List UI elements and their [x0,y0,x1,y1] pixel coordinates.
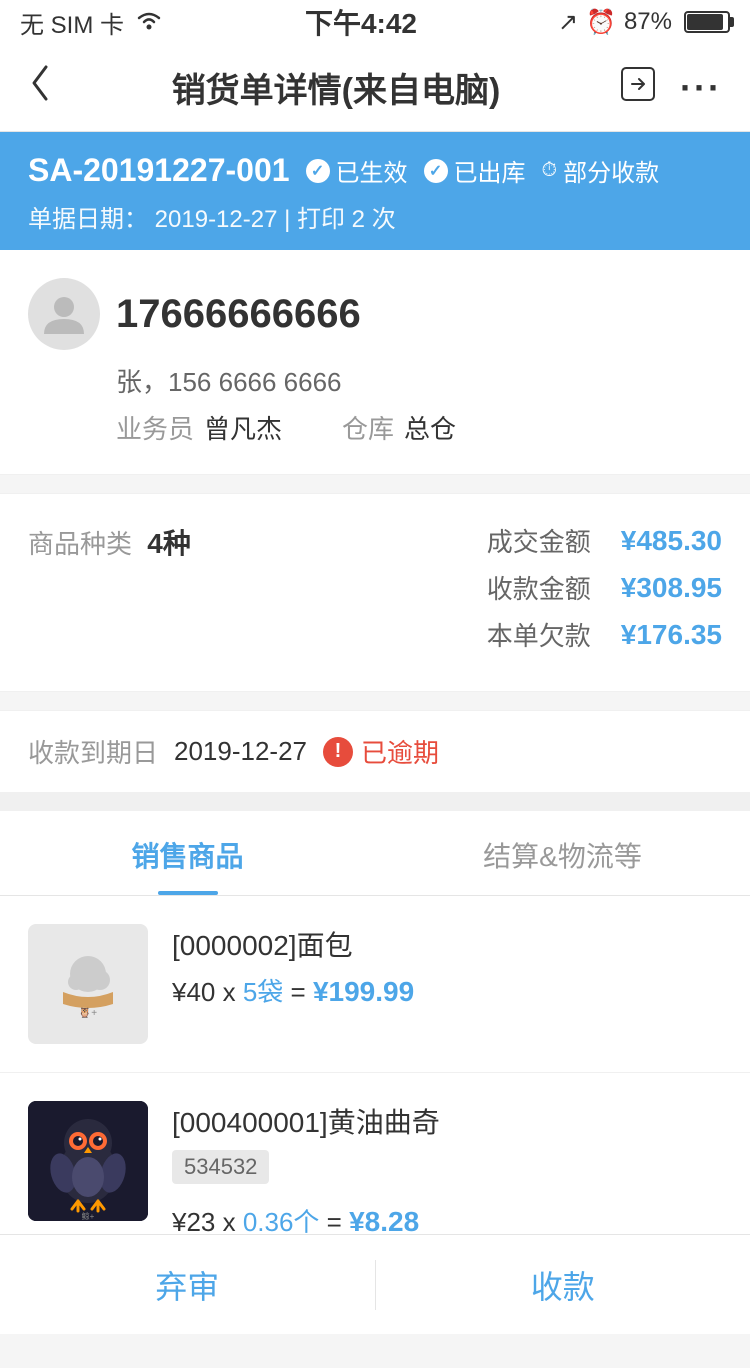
carrier-text: 无 SIM 卡 [20,5,124,40]
equals-1: = [291,977,313,1007]
product-list: 🦉+ [0000002]面包 ¥40 x 5袋 = ¥199.99 [0,896,750,1268]
tabs-bar: 销售商品 结算&物流等 [0,811,750,896]
qty-1: 5袋 [243,977,283,1007]
salesperson-label: 业务员 [116,409,194,446]
alert-icon: ! [323,737,353,767]
owed-label: 本单欠款 [487,616,591,653]
wifi-icon [134,8,164,37]
total-1: ¥199.99 [313,976,414,1007]
svg-text:鲸+: 鲸+ [82,1211,95,1221]
customer-contact: 张，156 6666 6666 [28,362,722,399]
status-partial: ⏱ 部分收款 [542,153,660,188]
due-date-value: 2019-12-27 [174,736,307,767]
tab-settlement-label: 结算&物流等 [483,841,642,872]
check-icon-2: ✓ [424,159,448,183]
order-header: SA-20191227-001 ✓ 已生效 ✓ 已出库 ⏱ 部分收款 单据日期：… [0,132,750,250]
tab-sales-products[interactable]: 销售商品 [0,811,375,895]
product-name-2: [000400001]黄油曲奇 [172,1101,722,1141]
product-info-1: [0000002]面包 ¥40 x 5袋 = ¥199.99 [172,924,722,1009]
warehouse-label: 仓库 [342,409,394,446]
financial-stats: 成交金额 ¥485.30 收款金额 ¥308.95 本单欠款 ¥176.35 [487,522,722,663]
warehouse-item: 仓库 总仓 [342,409,456,446]
types-label: 商品种类 [28,529,132,559]
due-date-section: 收款到期日 2019-12-27 ! 已逾期 [0,710,750,793]
total-2: ¥8.28 [349,1206,419,1237]
product-tag-2: 534532 [172,1150,269,1184]
received-label: 收款金额 [487,569,591,606]
product-image-2: 鲸+ [28,1101,148,1221]
deal-amount-label: 成交金额 [487,522,591,559]
due-date-label: 收款到期日 [28,733,158,770]
customer-id: 17666666666 [116,292,361,337]
warehouse-value: 总仓 [404,409,456,446]
tab-settlement[interactable]: 结算&物流等 [375,811,750,895]
battery-text: 87% [624,8,672,36]
overdue-text: 已逾期 [361,733,439,770]
list-item: 🦉+ [0000002]面包 ¥40 x 5袋 = ¥199.99 [0,896,750,1073]
status-enacted-label: 已生效 [336,153,408,188]
share-icon[interactable] [620,66,656,109]
nav-actions: ··· [620,66,722,109]
order-date: 2019-12-27 [155,206,278,233]
deal-amount-value: ¥485.30 [621,525,722,557]
price-base-2: ¥23 x [172,1207,243,1237]
location-icon: ↗ [558,8,578,37]
cancel-button[interactable]: 弃审 [0,1242,375,1328]
status-left: 无 SIM 卡 [20,5,164,40]
status-time: 下午4:42 [305,2,417,42]
date-label: 单据日期： [28,206,148,233]
received-value: ¥308.95 [621,572,722,604]
status-right: ↗ ⏰ 87% [558,8,730,37]
status-partial-label: 部分收款 [563,153,659,188]
types-value: 4种 [147,528,191,559]
back-button[interactable] [28,63,52,112]
owed-value: ¥176.35 [621,619,722,651]
confirm-button[interactable]: 收款 [376,1242,750,1328]
section-divider [0,793,750,811]
page-title: 销货单详情(来自电脑) [172,63,501,112]
deal-amount-row: 成交金额 ¥485.30 [487,522,722,559]
status-bar: 无 SIM 卡 下午4:42 ↗ ⏰ 87% [0,0,750,44]
product-name-1: [0000002]面包 [172,924,722,964]
tab-sales-label: 销售商品 [131,841,243,872]
product-price-1: ¥40 x 5袋 = ¥199.99 [172,972,722,1009]
stats-section: 商品种类 4种 成交金额 ¥485.30 收款金额 ¥308.95 本单欠款 ¥… [0,493,750,692]
print-info: | 打印 2 次 [284,206,396,233]
salesperson-item: 业务员 曾凡杰 [116,409,282,446]
avatar [28,278,100,350]
customer-card: 17666666666 张，156 6666 6666 业务员 曾凡杰 仓库 总… [0,250,750,475]
equals-2: = [327,1207,349,1237]
check-icon-1: ✓ [306,159,330,183]
bottom-bar: 弃审 收款 [0,1234,750,1334]
product-image-1: 🦉+ [28,924,148,1044]
salesperson-value: 曾凡杰 [204,409,282,446]
price-base-1: ¥40 x [172,977,243,1007]
status-shipped: ✓ 已出库 [424,153,526,188]
status-enacted: ✓ 已生效 [306,153,408,188]
more-icon[interactable]: ··· [680,67,722,109]
svg-text:🦉+: 🦉+ [79,1007,97,1019]
qty-2: 0.36个 [243,1207,320,1237]
alarm-icon: ⏰ [586,8,616,37]
battery-icon [684,11,730,33]
overdue-badge: ! 已逾期 [323,733,439,770]
owed-row: 本单欠款 ¥176.35 [487,616,722,653]
product-types: 商品种类 4种 [28,522,191,562]
status-shipped-label: 已出库 [454,153,526,188]
received-row: 收款金额 ¥308.95 [487,569,722,606]
customer-meta: 业务员 曾凡杰 仓库 总仓 [28,409,722,446]
nav-bar: 销货单详情(来自电脑) ··· [0,44,750,132]
clock-icon: ⏱ [542,159,558,182]
order-id: SA-20191227-001 [28,152,290,189]
order-date-row: 单据日期： 2019-12-27 | 打印 2 次 [28,199,722,234]
product-info-2: [000400001]黄油曲奇 534532 ¥23 x 0.36个 = ¥8.… [172,1101,722,1239]
